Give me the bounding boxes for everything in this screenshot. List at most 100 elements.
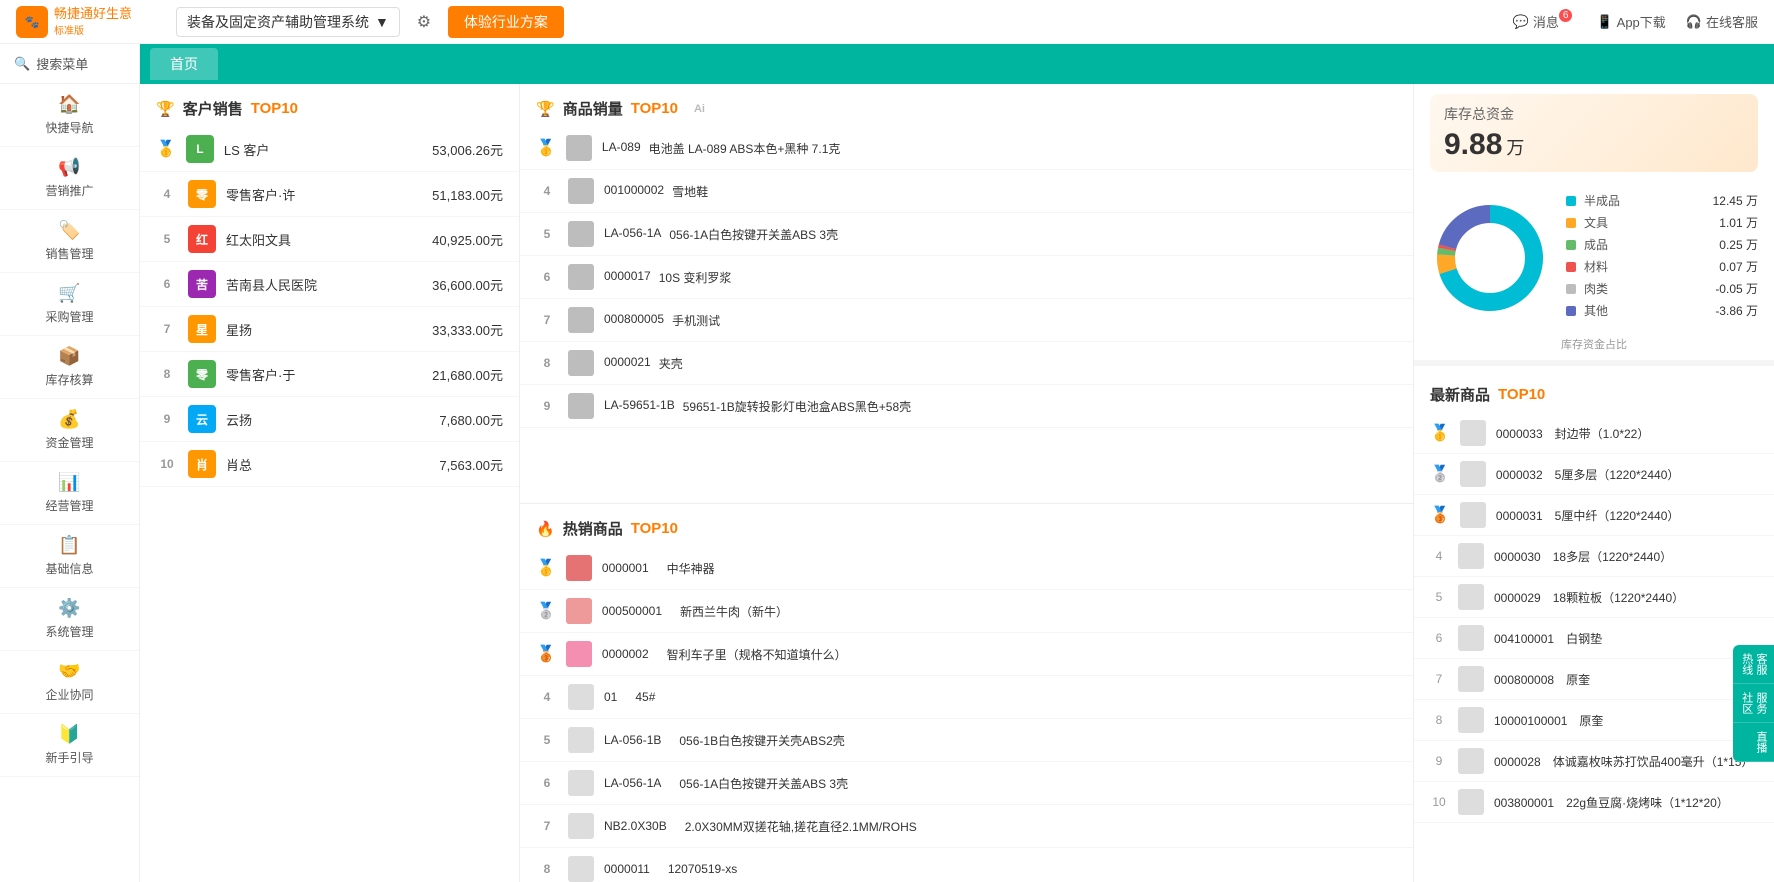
sidebar-item-sales[interactable]: 🏷️ 销售管理 [0,210,139,273]
legend-dot [1566,240,1576,250]
sidebar-item-basic[interactable]: 📋 基础信息 [0,525,139,588]
live-button[interactable]: 直播 [1733,723,1774,762]
sidebar-item-label: 企业协同 [45,686,93,703]
main-layout: 🔍 搜索菜单 🏠 快捷导航 📢 营销推广 🏷️ 销售管理 🛒 采购管理 📦 库存… [0,44,1774,882]
list-item: 8 10000100001 原奎 [1414,700,1774,741]
list-item: 🥈 000500001 新西兰牛肉（新牛） [520,590,1413,633]
float-customer-service: 客服热线 服务社区 直播 [1733,645,1774,762]
sidebar: 🔍 搜索菜单 🏠 快捷导航 📢 营销推广 🏷️ 销售管理 🛒 采购管理 📦 库存… [0,44,140,882]
product-thumb [568,221,594,247]
top-products-panel: 🏆 商品销量 TOP10 Ai 🥇 LA-089 电池盖 LA-089 ABS本… [520,84,1413,504]
gear-button[interactable]: ⚙ [410,8,438,36]
list-item: 🥉 0000002 智利车子里（规格不知道填什么） [520,633,1413,676]
tab-home[interactable]: 首页 [150,48,218,80]
cart-icon: 🛒 [58,283,80,304]
trophy-icon: 🏆 [156,100,175,118]
sidebar-item-enterprise[interactable]: 🤝 企业协同 [0,651,139,714]
medal-icon: 🥇 [156,139,176,159]
product-thumb [1458,584,1484,610]
logo-text: 畅捷通好生意 标准版 [54,6,132,37]
list-item: 8 0000021 夹壳 [520,342,1413,385]
product-thumb [1460,502,1486,528]
list-item: 6 004100001 白钢垫 [1414,618,1774,659]
table-row: 6 苦 苦南县人民医院 36,600.00元 [140,262,519,307]
sidebar-item-label: 营销推广 [45,182,93,199]
sidebar-item-finance[interactable]: 💰 资金管理 [0,399,139,462]
sidebar-item-guide[interactable]: 🔰 新手引导 [0,714,139,777]
sidebar-item-marketing[interactable]: 📢 营销推广 [0,147,139,210]
product-thumb [566,555,592,581]
search-menu-item[interactable]: 🔍 搜索菜单 [0,44,139,84]
sidebar-item-operation[interactable]: 📊 经营管理 [0,462,139,525]
message-label: 消息 [1533,12,1559,31]
list-item: 🥇 0000001 中华神器 [520,547,1413,590]
legend-item-semi: 半成品 12.45 万 [1566,192,1758,209]
list-item: 9 0000028 体诚嘉枚味苏打饮品400毫升（1*15） [1414,741,1774,782]
product-thumb [568,178,594,204]
sidebar-item-inventory[interactable]: 📦 库存核算 [0,336,139,399]
medal-icon: 🥉 [1430,505,1450,525]
top-products-title: 🏆 商品销量 TOP10 Ai [520,84,1413,127]
list-item: 7 000800005 手机测试 [520,299,1413,342]
cs-hotline-button[interactable]: 客服热线 [1733,645,1774,684]
online-service-button[interactable]: 🎧 在线客服 [1686,12,1758,31]
medal-icon: 🥉 [536,644,556,664]
avatar: L [186,135,214,163]
message-icon: 💬 [1513,14,1529,30]
right-panel: 库存总资金 9.88 万 [1414,84,1774,882]
list-item: 6 LA-056-1A 056-1A白色按键开关盖ABS 3壳 [520,762,1413,805]
app-download-button[interactable]: 📱 App下载 [1596,12,1665,31]
list-item: 🥇 0000033 封边带（1.0*22） [1414,413,1774,454]
table-row: 8 零 零售客户·于 21,680.00元 [140,352,519,397]
box-icon: 📦 [58,346,80,367]
legend-item-stationery: 文具 1.01 万 [1566,214,1758,231]
middle-panel: 🏆 商品销量 TOP10 Ai 🥇 LA-089 电池盖 LA-089 ABS本… [520,84,1414,882]
logo-area: 🐾 畅捷通好生意 标准版 [16,6,156,38]
product-thumb [568,350,594,376]
app-download-label: App下载 [1617,12,1666,31]
dashboard: 🏆 客户销售 TOP10 🥇 L LS 客户 53,006.26元 4 零 零售… [140,84,1774,882]
trial-button[interactable]: 体验行业方案 [448,6,564,38]
table-row: 7 星 星扬 33,333.00元 [140,307,519,352]
ai-badge: Ai [694,103,705,115]
sidebar-item-label: 采购管理 [45,308,93,325]
legend-item-material: 材料 0.07 万 [1566,258,1758,275]
settings-icon: ⚙️ [58,598,80,619]
product-thumb [1458,625,1484,651]
guide-icon: 🔰 [58,724,80,745]
list-item: 🥇 LA-089 电池盖 LA-089 ABS本色+黑种 7.1克 [520,127,1413,170]
tag-icon: 🏷️ [58,220,80,241]
donut-chart-area: 半成品 12.45 万 文具 1.01 万 成品 0.25 万 [1414,182,1774,334]
legend-item-other: 其他 -3.86 万 [1566,302,1758,319]
stock-amount: 9.88 [1444,128,1502,162]
money-icon: 💰 [58,409,80,430]
product-thumb [568,684,594,710]
header-right: 💬 消息 6 📱 App下载 🎧 在线客服 [1513,12,1758,31]
message-button[interactable]: 💬 消息 6 [1513,12,1577,31]
chart-caption: 库存资金占比 [1414,334,1774,360]
sidebar-item-quick-nav[interactable]: 🏠 快捷导航 [0,84,139,147]
list-item: 5 0000029 18颗粒板（1220*2440） [1414,577,1774,618]
trophy-icon: 🏆 [536,100,555,118]
legend-dot [1566,262,1576,272]
system-selector[interactable]: 装备及固定资产辅助管理系统 ▼ [176,7,400,37]
list-item: 10 003800001 22g鱼豆腐·烧烤味（1*12*20） [1414,782,1774,823]
sidebar-item-label: 库存核算 [45,371,93,388]
legend-list: 半成品 12.45 万 文具 1.01 万 成品 0.25 万 [1566,192,1758,324]
product-thumb [1458,748,1484,774]
legend-dot [1566,306,1576,316]
medal-icon: 🥈 [1430,464,1450,484]
hot-products-panel: 🔥 热销商品 TOP10 🥇 0000001 中华神器 🥈 000500001 [520,504,1413,882]
product-thumb [568,393,594,419]
product-thumb [1458,666,1484,692]
medal-icon: 🥇 [536,138,556,158]
megaphone-icon: 📢 [58,157,80,178]
list-item: 4 001000002 雪地鞋 [520,170,1413,213]
sidebar-item-purchase[interactable]: 🛒 采购管理 [0,273,139,336]
product-thumb [568,307,594,333]
new-products-title: 最新商品 TOP10 [1414,370,1774,413]
sidebar-item-system[interactable]: ⚙️ 系统管理 [0,588,139,651]
stock-amount-row: 9.88 万 [1444,128,1744,162]
service-community-button[interactable]: 服务社区 [1733,684,1774,723]
legend-item-meat: 肉类 -0.05 万 [1566,280,1758,297]
